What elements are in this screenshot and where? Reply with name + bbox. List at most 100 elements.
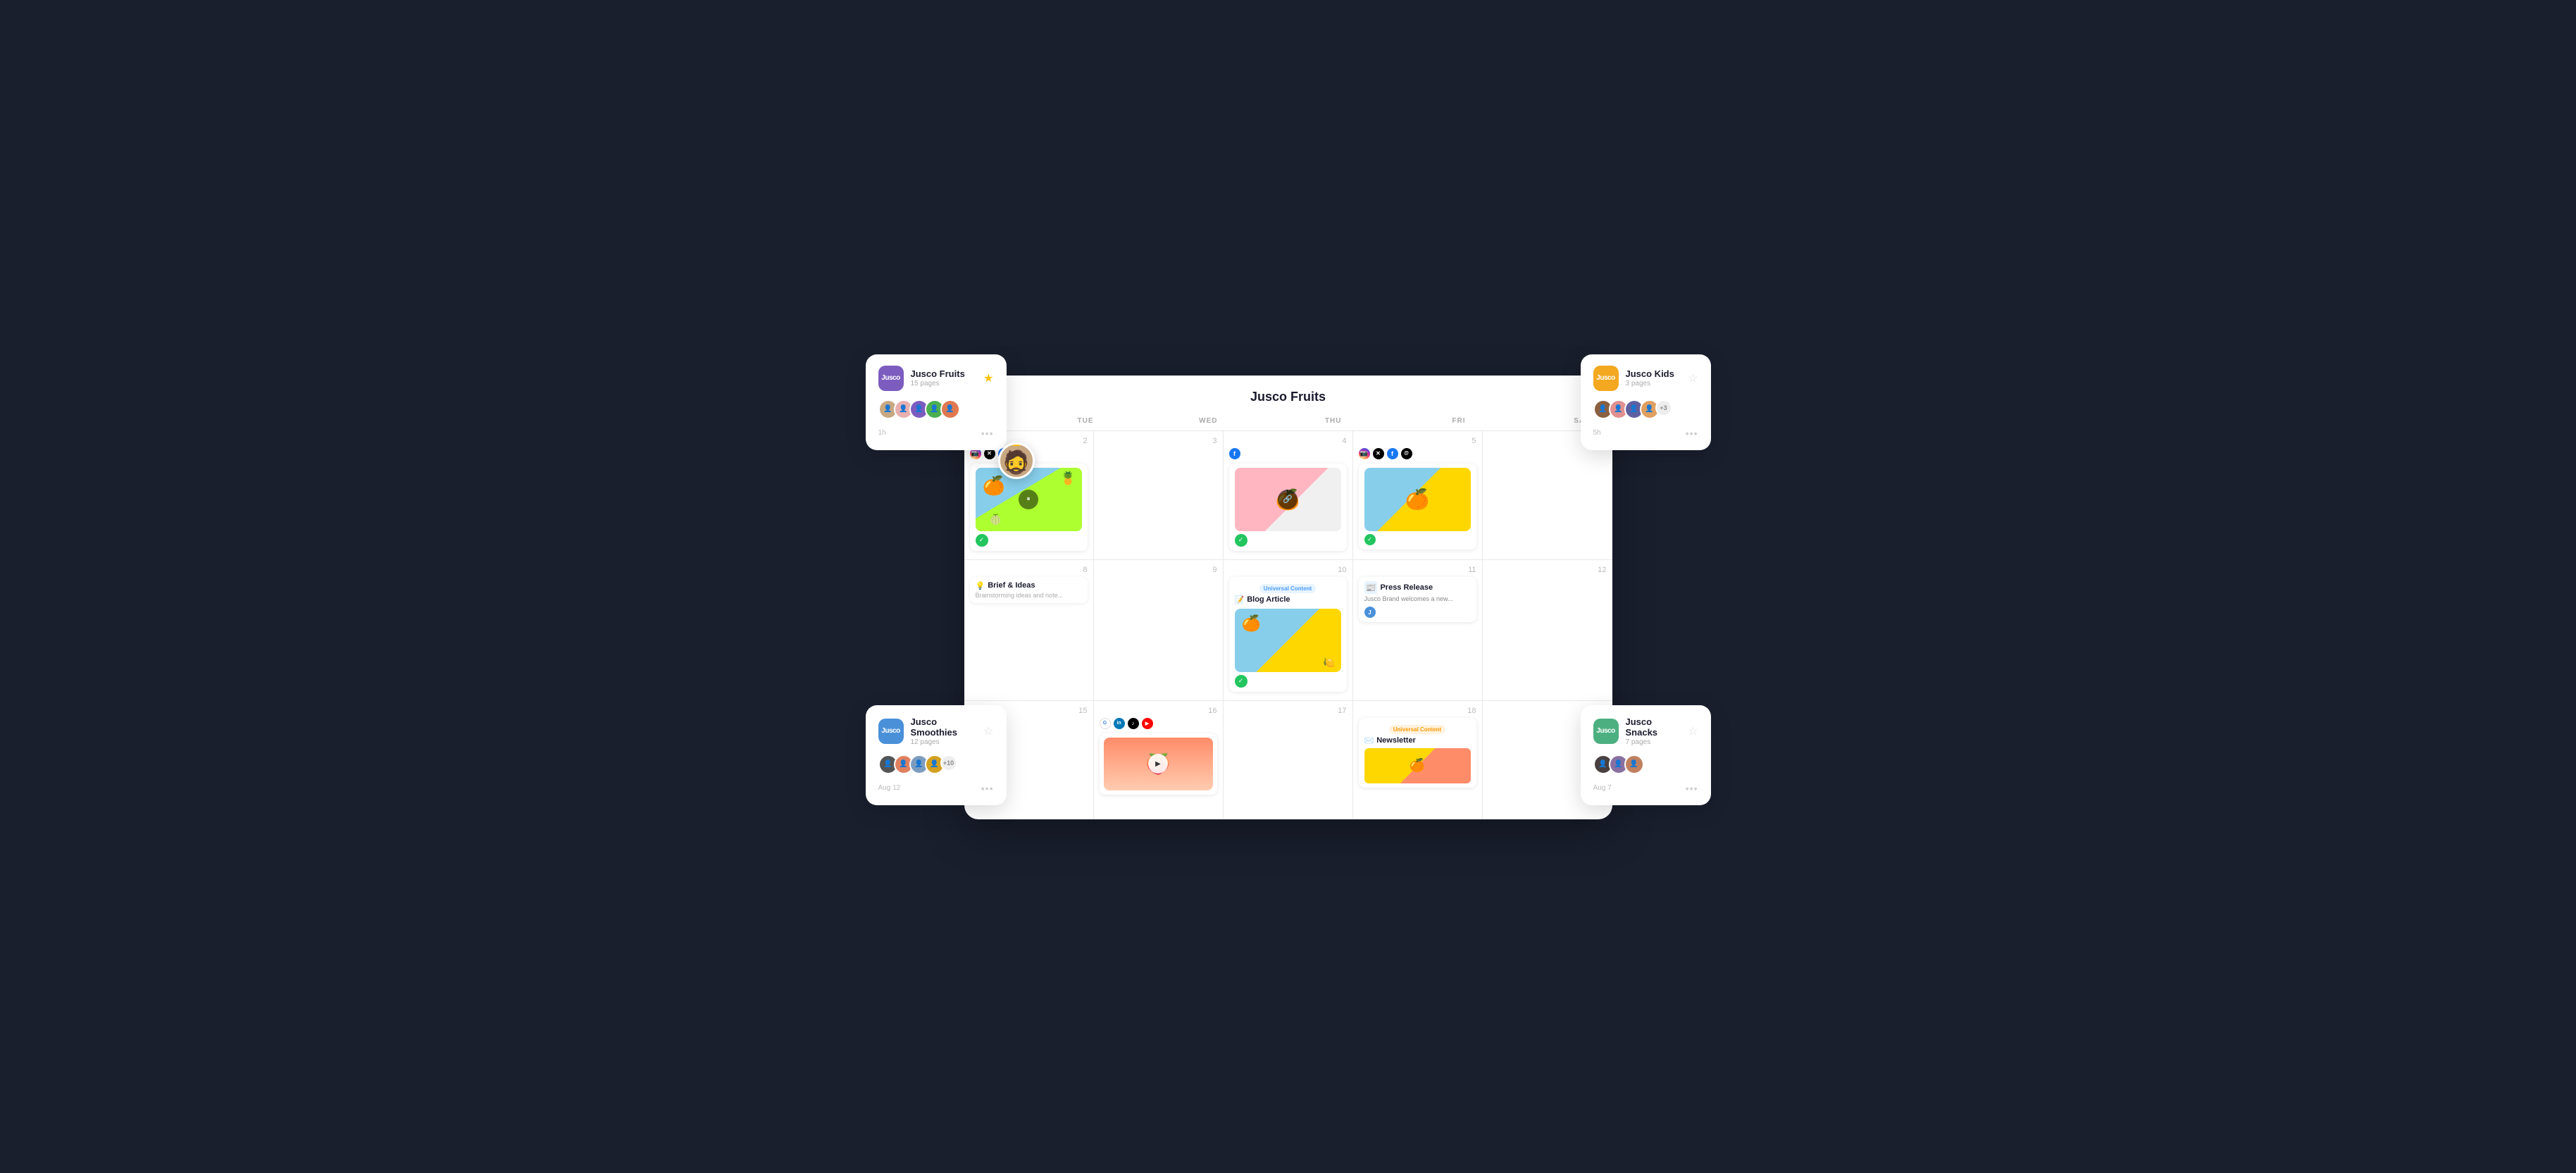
brief-ideas-card[interactable]: 💡 Brief & Ideas Brainstorming ideas and …: [970, 577, 1088, 603]
day-number-8: 8: [970, 566, 1088, 574]
linkedin-icon-16: in: [1114, 718, 1125, 729]
person-avatar: 🧔: [998, 442, 1035, 479]
calendar-row-3: 15 16 G in ♪ ▶ 🍑 ▶: [964, 701, 1612, 819]
content-card-day5[interactable]: 🍊 ✓: [1359, 464, 1476, 550]
universal-badge-10: Universal Content: [1259, 584, 1316, 593]
avatar-3-snacks: 👤: [1624, 755, 1644, 774]
press-desc: Jusco Brand welcomes a new...: [1364, 595, 1471, 602]
avatar-5-fruits: 👤: [940, 399, 960, 419]
calendar-row-2: 8 💡 Brief & Ideas Brainstorming ideas an…: [964, 560, 1612, 701]
cal-cell-12: 12: [1483, 560, 1612, 700]
newsletter-thumb: 🍊: [1364, 748, 1471, 783]
card-time-kids: 5h: [1593, 429, 1601, 437]
instagram-icon-5: 📷: [1359, 448, 1370, 459]
social-icons-5: 📷 ✕ f @: [1359, 448, 1476, 459]
dots-menu-snacks[interactable]: •••: [1686, 783, 1698, 794]
brand-card-jusco-snacks[interactable]: Jusco Jusco Snacks 7 pages ☆ 👤 👤 👤 Aug 7…: [1581, 705, 1711, 805]
card-footer-snacks: Aug 7 •••: [1593, 783, 1698, 794]
calendar-panel: Jusco Fruits TUE WED THU FRI SAT 2 📷 ✕ f…: [964, 376, 1612, 819]
media-thumb-day5: 🍊: [1364, 468, 1471, 531]
dots-menu-kids[interactable]: •••: [1686, 428, 1698, 439]
avatar-row-smoothies: 👤 👤 👤 👤 +10: [878, 755, 994, 774]
content-card-day10[interactable]: Universal Content 📝 Blog Article 🍊 🍋 ✓: [1229, 577, 1347, 692]
calendar-title: Jusco Fruits: [964, 376, 1612, 411]
content-card-day4[interactable]: 🍊 🔗 ✓: [1229, 464, 1347, 551]
blog-thumb: 🍊 🍋: [1235, 609, 1341, 672]
check-badge-day2: ✓: [976, 534, 988, 547]
tiktok-icon-16: ♪: [1128, 718, 1139, 729]
day-number-3: 3: [1100, 437, 1217, 445]
brand-name-kids: Jusco Kids: [1626, 368, 1674, 379]
content-card-day16[interactable]: 🍑 ▶: [1100, 733, 1217, 795]
cal-cell-3: 3: [1094, 431, 1224, 559]
star-icon-fruits[interactable]: ★: [983, 371, 993, 385]
pause-button-day2[interactable]: ⏸: [1019, 490, 1038, 509]
social-icons-16: G in ♪ ▶: [1100, 718, 1217, 729]
brand-info-kids: Jusco Kids 3 pages: [1626, 368, 1674, 387]
facebook-icon-5: f: [1387, 448, 1398, 459]
press-label: Press Release: [1380, 583, 1433, 592]
brief-desc: Brainstorming ideas and note...: [976, 592, 1082, 599]
article-icon: 📝: [1235, 595, 1245, 604]
newsletter-card[interactable]: Universal Content ✉️ Newsletter 🍊: [1359, 718, 1476, 788]
media-thumb-day2: 🍊 🍍 🍈 ⏸: [976, 468, 1082, 531]
card-footer-fruits: 1h •••: [878, 428, 994, 439]
calendar-body: 2 📷 ✕ f P 🍊 🍍 🍈 ⏸: [964, 431, 1612, 819]
calendar-row-1: 2 📷 ✕ f P 🍊 🍍 🍈 ⏸: [964, 431, 1612, 560]
star-icon-smoothies[interactable]: ☆: [983, 724, 993, 738]
day-header-wed: WED: [1102, 411, 1226, 430]
brand-info-smoothies: Jusco Smoothies 12 pages: [911, 716, 977, 746]
brand-card-jusco-kids[interactable]: Jusco Jusco Kids 3 pages ☆ 👤 👤 👤 👤 +3 5h…: [1581, 354, 1711, 450]
newsletter-label: Newsletter: [1376, 736, 1416, 745]
universal-badge-18: Universal Content: [1389, 725, 1445, 734]
brand-logo-fruits: Jusco: [878, 366, 904, 391]
brand-name-smoothies: Jusco Smoothies: [911, 716, 977, 738]
star-icon-snacks[interactable]: ☆: [1688, 724, 1698, 738]
avatar-row-kids: 👤 👤 👤 👤 +3: [1593, 399, 1698, 419]
day-number-5: 5: [1359, 437, 1476, 445]
youtube-icon-16: ▶: [1142, 718, 1153, 729]
media-thumb-day16: 🍑 ▶: [1104, 738, 1213, 790]
day-header-thu: THU: [1226, 411, 1350, 430]
day-number-18: 18: [1359, 707, 1476, 715]
press-release-card[interactable]: 📰 Press Release Jusco Brand welcomes a n…: [1359, 577, 1476, 623]
cal-cell-9: 9: [1094, 560, 1224, 700]
brand-card-jusco-smoothies[interactable]: Jusco Jusco Smoothies 12 pages ☆ 👤 👤 👤 👤…: [866, 705, 1007, 805]
star-icon-kids[interactable]: ☆: [1688, 371, 1698, 385]
person-face: 🧔: [1002, 449, 1031, 476]
media-thumb-day4: 🍊 🔗: [1235, 468, 1341, 531]
extra-count-smoothies: +10: [940, 755, 957, 771]
envelope-icon: ✉️: [1364, 736, 1374, 745]
google-icon-16: G: [1100, 718, 1111, 729]
press-avatar: J: [1364, 607, 1376, 618]
play-button-day16[interactable]: ▶: [1148, 754, 1168, 774]
brand-logo-smoothies: Jusco: [878, 719, 904, 744]
brand-pages-snacks: 7 pages: [1626, 738, 1681, 746]
social-icons-4: f: [1229, 448, 1347, 459]
brand-header-fruits: Jusco Jusco Fruits 15 pages ★: [878, 366, 994, 391]
cal-cell-17: 17: [1224, 701, 1353, 819]
dots-menu-fruits[interactable]: •••: [981, 428, 994, 439]
check-badge-day5: ✓: [1364, 534, 1376, 545]
brand-card-jusco-fruits[interactable]: Jusco Jusco Fruits 15 pages ★ 👤 👤 👤 👤 👤 …: [866, 354, 1007, 450]
content-card-day2[interactable]: 🍊 🍍 🍈 ⏸ ✓: [970, 464, 1088, 551]
brand-info-fruits: Jusco Fruits 15 pages: [911, 368, 965, 387]
dots-menu-smoothies[interactable]: •••: [981, 783, 994, 794]
extra-count-kids: +3: [1655, 399, 1672, 416]
newsletter-title: ✉️ Newsletter: [1364, 736, 1471, 745]
brand-name-snacks: Jusco Snacks: [1626, 716, 1681, 738]
cal-cell-16: 16 G in ♪ ▶ 🍑 ▶: [1094, 701, 1224, 819]
avatar-row-snacks: 👤 👤 👤: [1593, 755, 1698, 774]
brand-pages-kids: 3 pages: [1626, 380, 1674, 387]
card-time-fruits: 1h: [878, 429, 886, 437]
brand-pages-fruits: 15 pages: [911, 380, 965, 387]
day-header-fri: FRI: [1350, 411, 1474, 430]
check-badge-day4: ✓: [1235, 534, 1247, 547]
day-number-11: 11: [1359, 566, 1476, 574]
card-footer-kids: 5h •••: [1593, 428, 1698, 439]
day-number-10: 10: [1229, 566, 1347, 574]
brief-label: Brief & Ideas: [988, 581, 1035, 590]
day-number-16: 16: [1100, 707, 1217, 715]
threads-icon-5: @: [1401, 448, 1412, 459]
person-indicator: [1012, 442, 1021, 446]
